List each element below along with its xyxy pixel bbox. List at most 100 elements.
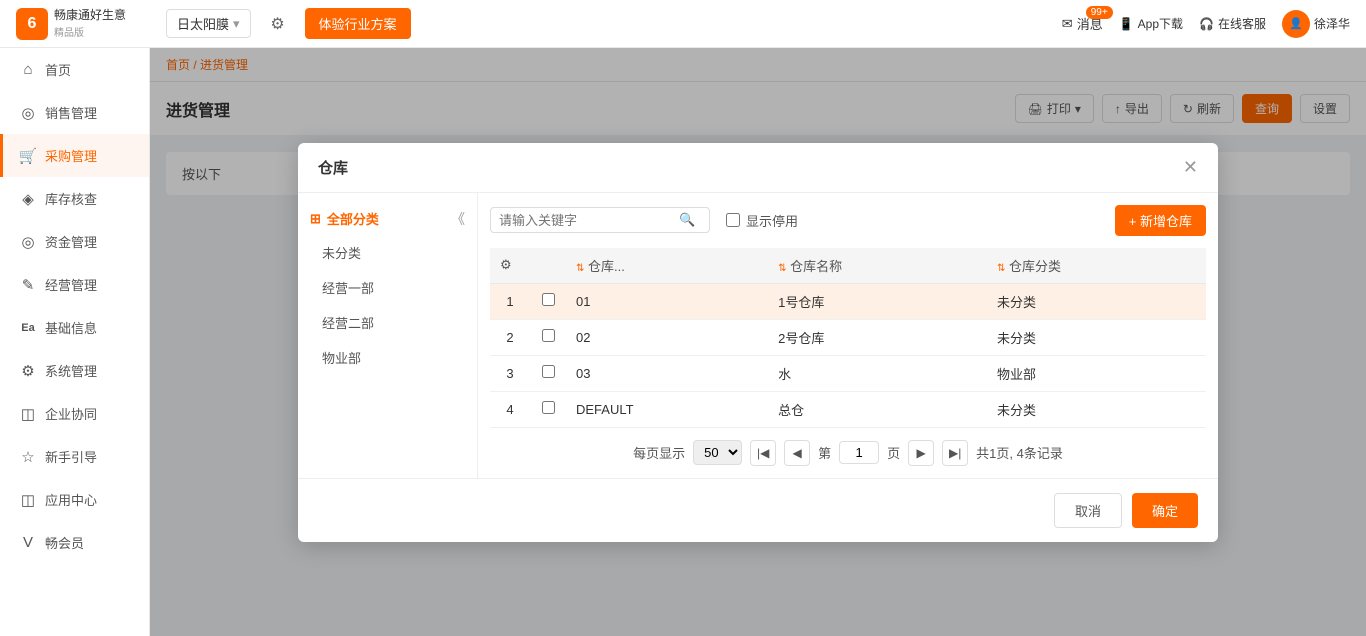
- logo-icon: 6: [16, 8, 48, 40]
- row-checkbox[interactable]: [530, 283, 566, 319]
- topbar-right: ✉ 消息 99+ 📱 App下载 🎧 在线客服 👤 徐泽华: [1062, 10, 1350, 38]
- total-label: 共1页, 4条记录: [976, 443, 1063, 462]
- finance-icon: ◎: [19, 233, 37, 251]
- sidebar-label-home: 首页: [45, 60, 71, 79]
- collapse-icon[interactable]: 《: [451, 209, 465, 229]
- chevron-down-icon: ▾: [233, 16, 240, 32]
- main-layout: ⌂ 首页 ◎ 销售管理 🛒 采购管理 ◈ 库存核查 ◎ 资金管理 ✎ 经营管理 …: [0, 48, 1366, 636]
- category-item-dept1[interactable]: 经营一部: [298, 270, 477, 305]
- category-item-property[interactable]: 物业部: [298, 340, 477, 375]
- category-panel: ⊞ 全部分类 《 未分类 经营一部 经营二部 物业部: [298, 193, 478, 478]
- row-name: 总仓: [768, 391, 987, 427]
- sidebar-item-system[interactable]: ⚙ 系统管理: [0, 349, 149, 392]
- warehouse-table: ⚙ ⇅ 仓库... ⇅ 仓库名称: [490, 248, 1206, 428]
- grid-icon: ⊞: [310, 211, 321, 227]
- sidebar-item-inventory[interactable]: ◈ 库存核查: [0, 177, 149, 220]
- notif-badge: 99+: [1086, 6, 1113, 19]
- confirm-button[interactable]: 确定: [1132, 493, 1198, 528]
- sidebar-item-finance[interactable]: ◎ 资金管理: [0, 220, 149, 263]
- warehouse-dialog: 仓库 ✕ ⊞ 全部分类 《 未分类: [298, 143, 1218, 542]
- th-code[interactable]: ⇅ 仓库...: [566, 248, 768, 284]
- app-download-button[interactable]: 📱 App下载: [1119, 15, 1183, 32]
- row-category: 未分类: [987, 283, 1206, 319]
- table-row[interactable]: 2 02 2号仓库 未分类: [490, 319, 1206, 355]
- sort-icon: ⇅: [576, 263, 584, 274]
- sidebar-item-purchase[interactable]: 🛒 采购管理: [0, 134, 149, 177]
- row-checkbox[interactable]: [530, 319, 566, 355]
- row-category: 未分类: [987, 391, 1206, 427]
- main-content: 首页 / 进货管理 进货管理 🖨 打印 ▾ ↑ 导出 ↻ 刷新: [150, 48, 1366, 636]
- sidebar-label-system: 系统管理: [45, 361, 97, 380]
- table-row[interactable]: 3 03 水 物业部: [490, 355, 1206, 391]
- sidebar-item-appcenter[interactable]: ◫ 应用中心: [0, 478, 149, 521]
- store-selector[interactable]: 日太阳膜 ▾: [166, 9, 251, 38]
- per-page-select[interactable]: 50: [693, 440, 742, 465]
- table-row[interactable]: 1 01 1号仓库 未分类: [490, 283, 1206, 319]
- sidebar-item-enterprise[interactable]: ◫ 企业协同: [0, 392, 149, 435]
- system-icon: ⚙: [19, 362, 37, 380]
- dialog-body: ⊞ 全部分类 《 未分类 经营一部 经营二部 物业部: [298, 193, 1218, 478]
- all-categories-label: 全部分类: [327, 209, 379, 228]
- sort-icon: ⇅: [997, 263, 1005, 274]
- category-header: ⊞ 全部分类 《: [298, 203, 477, 235]
- sidebar-label-finance: 资金管理: [45, 232, 97, 251]
- th-category[interactable]: ⇅ 仓库分类: [987, 248, 1206, 284]
- dialog-title: 仓库: [318, 157, 348, 178]
- cancel-button[interactable]: 取消: [1054, 493, 1122, 528]
- sidebar-item-sales[interactable]: ◎ 销售管理: [0, 91, 149, 134]
- inventory-icon: ◈: [19, 190, 37, 208]
- trial-button[interactable]: 体验行业方案: [305, 8, 411, 39]
- first-page-button[interactable]: |◀: [750, 440, 776, 466]
- topbar-center: 日太阳膜 ▾ ⚙ 体验行业方案: [166, 8, 1062, 39]
- next-page-button[interactable]: ▶: [908, 440, 934, 466]
- search-input[interactable]: [499, 213, 679, 228]
- sidebar-item-guide[interactable]: ☆ 新手引导: [0, 435, 149, 478]
- search-icon[interactable]: 🔍: [679, 212, 695, 228]
- row-checkbox[interactable]: [530, 391, 566, 427]
- sidebar-item-base[interactable]: Ea 基础信息: [0, 306, 149, 349]
- add-warehouse-button[interactable]: + 新增仓库: [1115, 205, 1206, 236]
- row-no: 2: [490, 319, 530, 355]
- topbar: 6 畅康通好生意 精品版 日太阳膜 ▾ ⚙ 体验行业方案 ✉ 消息 99+ 📱 …: [0, 0, 1366, 48]
- sidebar-label-sales: 销售管理: [45, 103, 97, 122]
- all-categories-button[interactable]: ⊞ 全部分类: [310, 209, 379, 228]
- message-icon: ✉: [1062, 16, 1073, 32]
- sidebar-label-base: 基础信息: [45, 318, 97, 337]
- settings-icon[interactable]: ⚙: [263, 9, 293, 39]
- notification-button[interactable]: ✉ 消息 99+: [1062, 14, 1103, 33]
- phone-icon: 📱: [1119, 17, 1134, 31]
- dialog-overlay: 仓库 ✕ ⊞ 全部分类 《 未分类: [150, 48, 1366, 636]
- user-menu[interactable]: 👤 徐泽华: [1282, 10, 1350, 38]
- sales-icon: ◎: [19, 104, 37, 122]
- table-toolbar: 🔍 显示停用 + 新增仓库: [490, 205, 1206, 236]
- show-disabled-label[interactable]: 显示停用: [726, 211, 798, 230]
- sidebar-item-home[interactable]: ⌂ 首页: [0, 48, 149, 91]
- enterprise-icon: ◫: [19, 405, 37, 423]
- table-row[interactable]: 4 DEFAULT 总仓 未分类: [490, 391, 1206, 427]
- sidebar-item-member[interactable]: V 畅会员: [0, 521, 149, 564]
- row-category: 未分类: [987, 319, 1206, 355]
- last-page-button[interactable]: ▶|: [942, 440, 968, 466]
- sidebar-label-purchase: 采购管理: [45, 146, 97, 165]
- th-name[interactable]: ⇅ 仓库名称: [768, 248, 987, 284]
- base-icon: Ea: [19, 319, 37, 337]
- category-item-dept2[interactable]: 经营二部: [298, 305, 477, 340]
- operation-icon: ✎: [19, 276, 37, 294]
- th-settings[interactable]: ⚙: [490, 248, 530, 284]
- row-code: DEFAULT: [566, 391, 768, 427]
- pagination: 每页显示 50 |◀ ◀ 第 1 页 ▶ ▶| 共1页, 4条记录: [490, 440, 1206, 466]
- prev-page-button[interactable]: ◀: [784, 440, 810, 466]
- row-checkbox[interactable]: [530, 355, 566, 391]
- logo-main: 畅康通好生意: [54, 8, 126, 24]
- category-item-unclassified[interactable]: 未分类: [298, 235, 477, 270]
- sidebar-label-member: 畅会员: [45, 533, 84, 552]
- page-input[interactable]: 1: [839, 441, 879, 464]
- customer-service-button[interactable]: 🎧 在线客服: [1199, 15, 1266, 32]
- sidebar-label-enterprise: 企业协同: [45, 404, 97, 423]
- appcenter-icon: ◫: [19, 491, 37, 509]
- sidebar-item-operation[interactable]: ✎ 经营管理: [0, 263, 149, 306]
- close-button[interactable]: ✕: [1183, 157, 1198, 178]
- show-disabled-checkbox[interactable]: [726, 213, 740, 227]
- show-disabled-text: 显示停用: [746, 211, 798, 230]
- row-name: 水: [768, 355, 987, 391]
